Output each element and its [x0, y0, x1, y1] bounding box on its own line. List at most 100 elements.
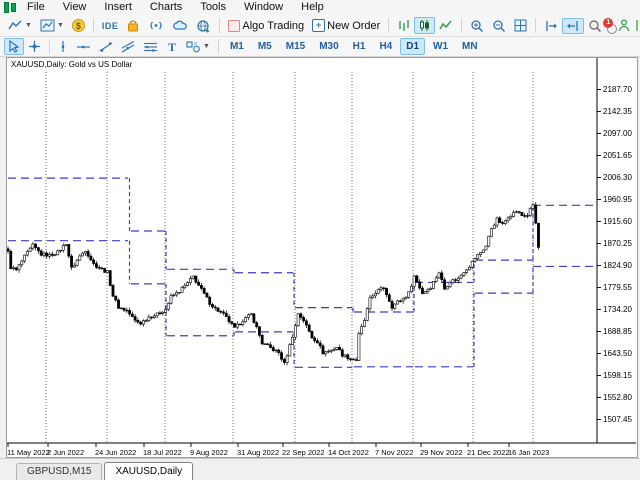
date-tick-label: 18 Jul 2022 [143, 448, 182, 457]
chart-tab-xauusd-daily[interactable]: XAUUSD,Daily [104, 462, 194, 480]
price-tick-label: 1960.95 [603, 195, 632, 204]
auto-scroll-button[interactable] [562, 17, 585, 34]
new-order-label: New Order [327, 19, 381, 32]
chart-type-button[interactable]: ▼ [4, 17, 36, 34]
community-button[interactable]: 1 [603, 17, 618, 35]
menu-item-charts[interactable]: Charts [141, 1, 191, 13]
date-tick-label: 24 Jun 2022 [95, 448, 136, 457]
timeframe-m30-button[interactable]: M30 [313, 38, 344, 55]
price-tick-label: 1824.90 [603, 261, 632, 270]
toolbar-separator [217, 39, 219, 54]
text-icon: T [166, 41, 178, 53]
chart-axes [7, 58, 636, 444]
price-tick-label: 1734.20 [603, 305, 632, 314]
chart-shift-button[interactable] [540, 18, 562, 34]
candlestick-mode-button[interactable] [414, 17, 436, 34]
chart-profile-button[interactable]: ▼ [36, 17, 68, 34]
price-tick-label: 1688.85 [603, 327, 632, 336]
horizontal-line-tool-button[interactable] [72, 40, 95, 54]
tile-windows-icon [514, 19, 527, 32]
date-tick-label: 11 May 2022 [7, 448, 50, 457]
channel-tool-button[interactable] [117, 39, 139, 55]
new-order-button[interactable]: + New Order [308, 17, 384, 34]
shapes-tool-button[interactable]: ▼ [182, 39, 214, 55]
zoom-in-button[interactable] [466, 17, 488, 35]
date-tick-label: 31 Aug 2022 [237, 448, 279, 457]
menu-item-file[interactable]: File [18, 1, 54, 13]
text-tool-button[interactable]: T [162, 39, 182, 55]
signals-icon [148, 19, 164, 32]
date-tick-label: 7 Nov 2022 [375, 448, 413, 457]
zoom-out-button[interactable] [488, 17, 510, 35]
notification-badge: 1 [603, 17, 614, 28]
signals-button[interactable] [144, 17, 168, 34]
menu-item-view[interactable]: View [54, 1, 96, 13]
timeframe-mn-button[interactable]: MN [456, 38, 484, 55]
vertical-line-icon [58, 40, 68, 53]
menu-item-help[interactable]: Help [292, 1, 333, 13]
timeframe-d1-button[interactable]: D1 [400, 38, 426, 55]
toolbar-separator [92, 18, 94, 33]
toolbar-separator [219, 18, 221, 33]
search-icon [588, 19, 602, 33]
trendline-tool-button[interactable] [95, 39, 117, 55]
cursor-tool-button[interactable] [4, 38, 24, 55]
chart-window: 2187.70 2142.35 2097.00 2051.65 2006.30 1960.… [6, 57, 638, 458]
algo-trading-button[interactable]: Algo Trading [224, 18, 308, 34]
new-order-icon: + [312, 19, 326, 32]
timeframe-m15-button[interactable]: M15 [280, 38, 311, 55]
crosshair-tool-button[interactable] [24, 38, 45, 55]
vps-button[interactable] [192, 17, 215, 35]
candlestick-chart-icon [418, 19, 431, 32]
price-tick-label: 1915.60 [603, 217, 632, 226]
chart-shift-icon [544, 20, 558, 32]
market-bag-icon [126, 19, 140, 33]
price-tick-label: 1598.15 [603, 371, 632, 380]
chart-title-text: XAUUSD,Daily: Gold vs US Dollar [11, 60, 133, 69]
menu-item-tools[interactable]: Tools [191, 1, 235, 13]
timeframe-h1-button[interactable]: H1 [347, 38, 372, 55]
equidistant-lines-tool-button[interactable] [139, 39, 162, 55]
equidistant-lines-icon [143, 41, 158, 53]
app-logo-icon [4, 1, 16, 13]
chart-title: XAUUSD,Daily: Gold vs US Dollar [11, 60, 133, 69]
timeframe-buttons: M1 M5 M15 M30 H1 H4 D1 W1 MN [223, 38, 485, 55]
price-chart[interactable]: 2187.70 2142.35 2097.00 2051.65 2006.30 1960.… [7, 58, 637, 457]
vertical-line-tool-button[interactable] [54, 38, 72, 55]
date-tick-label: 9 Aug 2022 [190, 448, 228, 457]
date-tick-label: 29 Nov 2022 [420, 448, 463, 457]
price-tick-label: 1643.50 [603, 349, 632, 358]
menu-item-insert[interactable]: Insert [95, 1, 141, 13]
ide-icon: IDE [101, 20, 119, 31]
connection-status-bar [636, 20, 639, 31]
deposit-button[interactable]: $ [68, 17, 89, 34]
toolbar-separator [49, 39, 50, 54]
timeframe-h4-button[interactable]: H4 [373, 38, 398, 55]
chart-tab-gbpusd-m15[interactable]: GBPUSD,M15 [16, 463, 103, 480]
menu-item-window[interactable]: Window [235, 1, 292, 13]
svg-text:T: T [168, 41, 176, 53]
timeframe-m5-button[interactable]: M5 [252, 38, 278, 55]
line-chart-mode-button[interactable] [435, 17, 457, 34]
market-button[interactable] [122, 17, 144, 35]
chart-tabs: GBPUSD,M15 XAUUSD,Daily [16, 462, 195, 480]
cloud-button[interactable] [168, 18, 192, 34]
price-tick-label: 2006.30 [603, 173, 632, 182]
chevron-down-icon: ▼ [25, 22, 32, 29]
zoom-out-icon [492, 19, 506, 33]
toolbar-separator [388, 18, 390, 33]
bars-chart-icon [397, 19, 410, 32]
chevron-down-icon: ▼ [203, 43, 210, 50]
tile-windows-button[interactable] [510, 17, 531, 34]
bar-chart-mode-button[interactable] [393, 17, 414, 34]
timeframe-w1-button[interactable]: W1 [427, 38, 454, 55]
hosting-button[interactable] [614, 17, 634, 34]
price-axis-labels: 2187.70 2142.35 2097.00 2051.65 2006.30 1960.… [597, 85, 632, 424]
metaeditor-button[interactable]: IDE [98, 19, 123, 33]
menu-bar: File View Insert Charts Tools Window Help [0, 0, 640, 16]
cloud-icon [172, 20, 188, 32]
trendline-icon [99, 41, 113, 53]
toolbar-separator [461, 18, 463, 33]
timeframe-m1-button[interactable]: M1 [224, 38, 250, 55]
date-tick-label: 2 Jun 2022 [47, 448, 84, 457]
